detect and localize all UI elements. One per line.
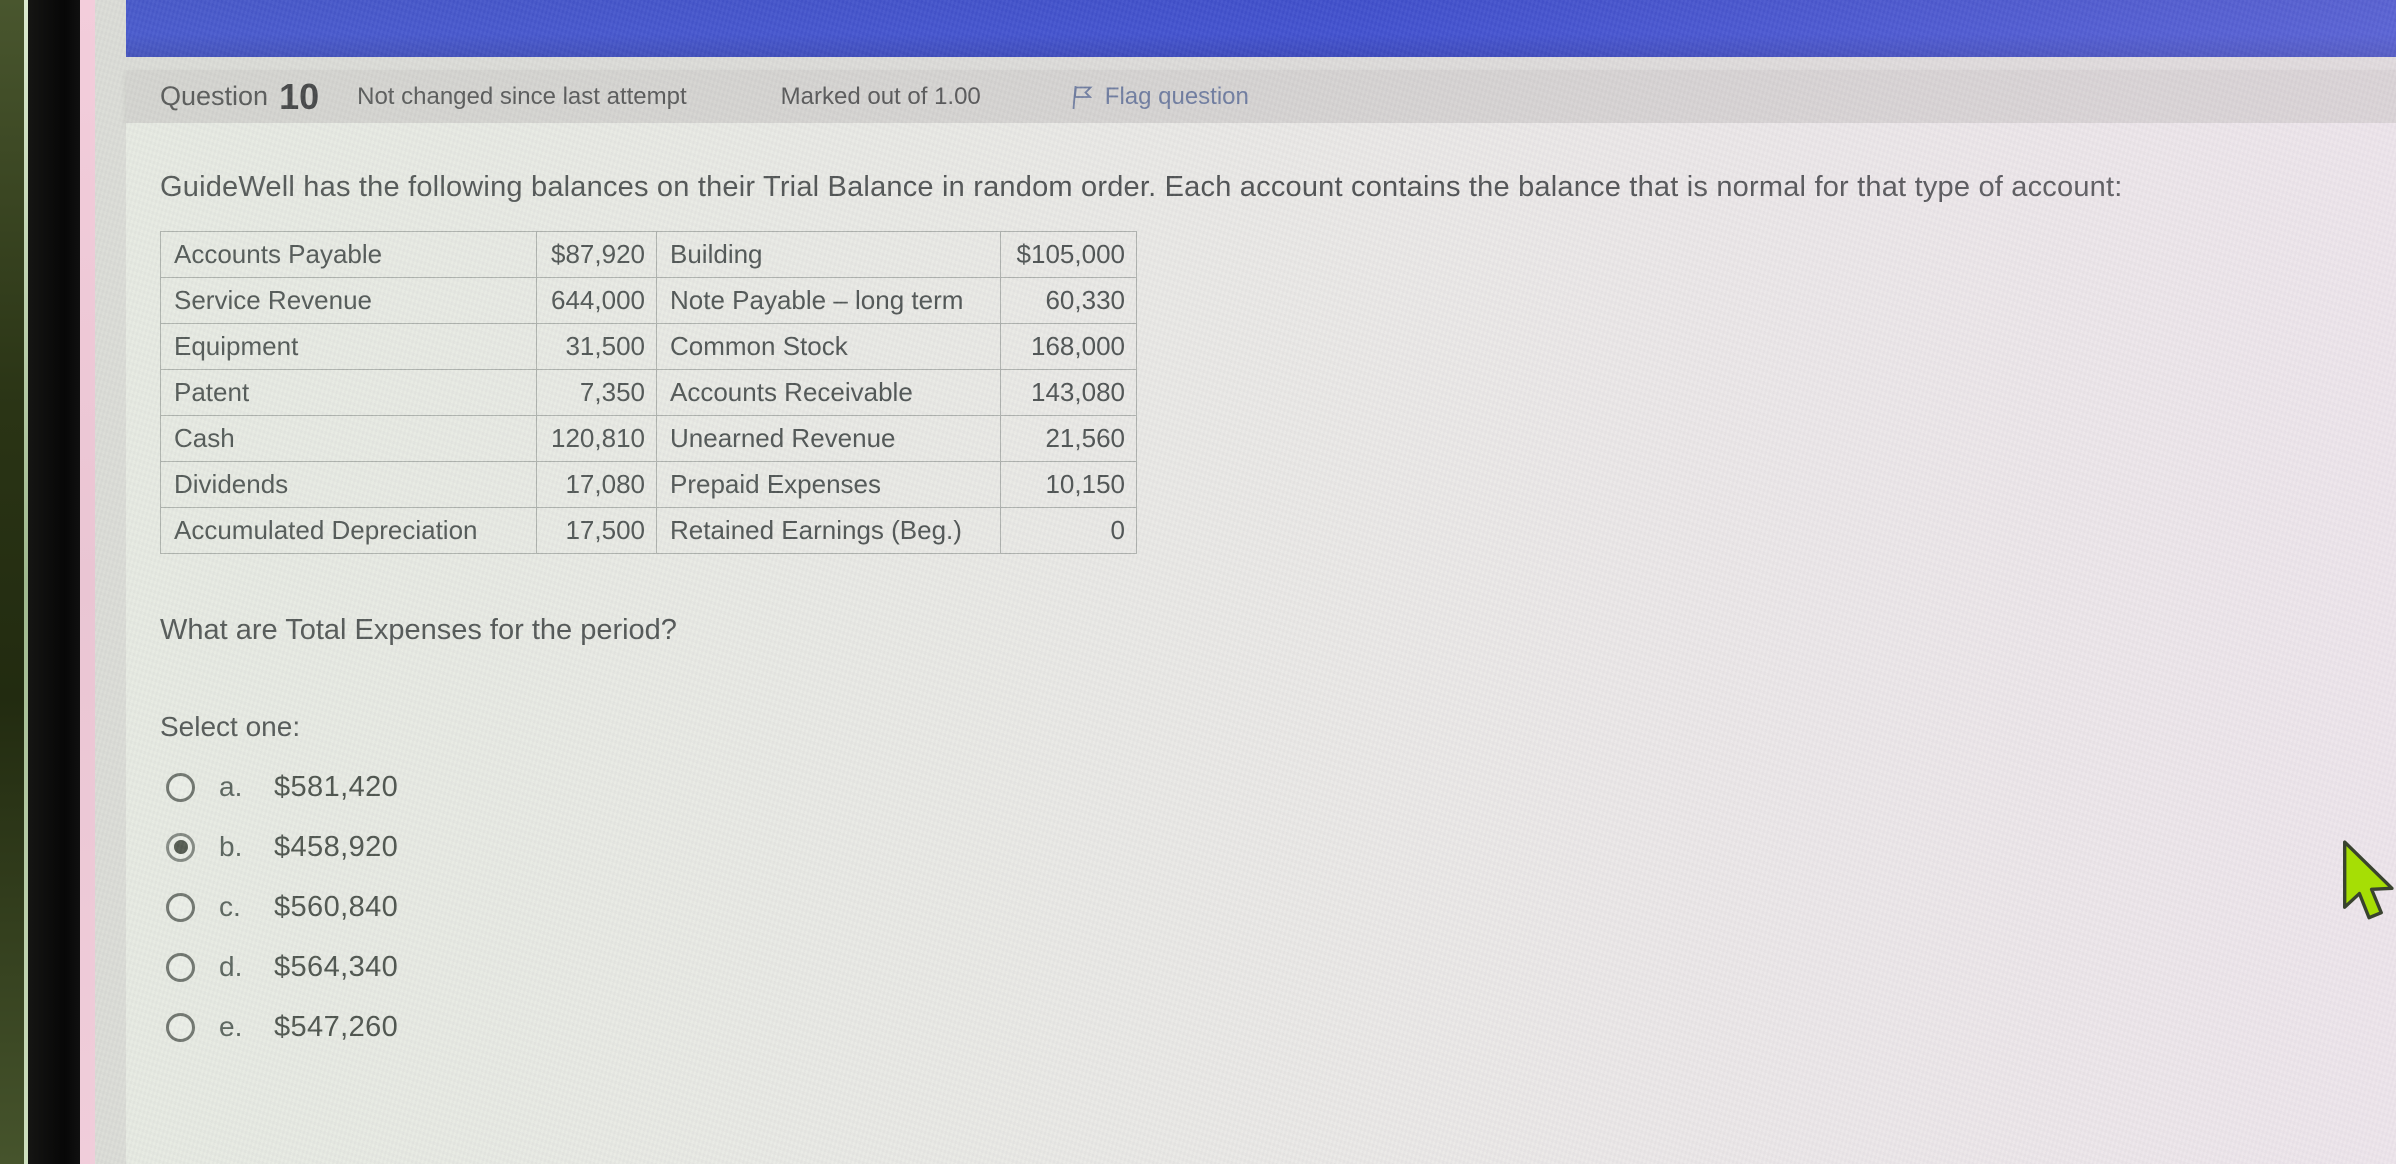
answer-option: c.$560,840 [166, 877, 2356, 937]
select-one-label: Select one: [160, 711, 2356, 743]
table-row: Cash120,810Unearned Revenue21,560 [161, 416, 1137, 462]
question-status: Not changed since last attempt [357, 83, 687, 111]
account-value-cell: 17,080 [537, 462, 657, 508]
account-value-cell: $105,000 [1001, 232, 1137, 278]
table-row: Equipment31,500Common Stock168,000 [161, 324, 1137, 370]
account-value-cell: 17,500 [537, 508, 657, 554]
answer-option: d.$564,340 [166, 937, 2356, 997]
option-letter: e. [219, 1011, 274, 1043]
question-header: Question 10 Not changed since last attem… [126, 70, 2396, 123]
account-name-cell: Common Stock [657, 324, 1001, 370]
account-name-cell: Cash [161, 416, 537, 462]
screen-photo: Question 10 Not changed since last attem… [0, 0, 2396, 1164]
monitor-bezel [28, 0, 80, 1164]
radio-button[interactable] [166, 893, 195, 922]
account-name-cell: Retained Earnings (Beg.) [657, 508, 1001, 554]
option-value: $547,260 [274, 1011, 398, 1044]
table-row: Patent7,350Accounts Receivable143,080 [161, 370, 1137, 416]
table-row: Accumulated Depreciation17,500Retained E… [161, 508, 1137, 554]
option-value: $458,920 [274, 831, 398, 864]
table-row: Dividends17,080Prepaid Expenses10,150 [161, 462, 1137, 508]
account-name-cell: Equipment [161, 324, 537, 370]
account-name-cell: Accounts Receivable [657, 370, 1001, 416]
account-value-cell: 21,560 [1001, 416, 1137, 462]
flag-icon [1069, 83, 1095, 111]
account-value-cell: 7,350 [537, 370, 657, 416]
option-letter: a. [219, 771, 274, 803]
screen-edge-glow [80, 0, 95, 1164]
flag-question-label: Flag question [1105, 83, 1249, 111]
question-number: 10 [279, 79, 319, 115]
mouse-cursor [2336, 840, 2396, 924]
question-label: Question [160, 81, 268, 112]
screen-content: Question 10 Not changed since last attem… [95, 0, 2396, 1164]
radio-button-selected[interactable] [166, 833, 195, 862]
answer-option: e.$547,260 [166, 997, 2356, 1057]
option-value: $560,840 [274, 891, 398, 924]
table-row: Service Revenue644,000Note Payable – lon… [161, 278, 1137, 324]
account-name-cell: Prepaid Expenses [657, 462, 1001, 508]
account-name-cell: Accumulated Depreciation [161, 508, 537, 554]
account-value-cell: 10,150 [1001, 462, 1137, 508]
account-name-cell: Unearned Revenue [657, 416, 1001, 462]
question-intro-text: GuideWell has the following balances on … [160, 171, 2356, 204]
answer-option: b.$458,920 [166, 817, 2356, 877]
option-value: $564,340 [274, 951, 398, 984]
account-name-cell: Note Payable – long term [657, 278, 1001, 324]
account-name-cell: Building [657, 232, 1001, 278]
account-value-cell: 31,500 [537, 324, 657, 370]
account-value-cell: 143,080 [1001, 370, 1137, 416]
option-value: $581,420 [274, 771, 398, 804]
flag-question-link[interactable]: Flag question [1069, 83, 1249, 111]
account-name-cell: Patent [161, 370, 537, 416]
table-row: Accounts Payable$87,920Building$105,000 [161, 232, 1137, 278]
account-name-cell: Accounts Payable [161, 232, 537, 278]
question-prompt: What are Total Expenses for the period? [160, 614, 2356, 647]
account-value-cell: 644,000 [537, 278, 657, 324]
account-value-cell: $87,920 [537, 232, 657, 278]
radio-button[interactable] [166, 773, 195, 802]
monitor-frame-edge [0, 0, 24, 1164]
account-value-cell: 120,810 [537, 416, 657, 462]
question-marks: Marked out of 1.00 [781, 83, 981, 111]
radio-button[interactable] [166, 1013, 195, 1042]
account-value-cell: 0 [1001, 508, 1137, 554]
radio-button[interactable] [166, 953, 195, 982]
account-name-cell: Service Revenue [161, 278, 537, 324]
option-letter: b. [219, 831, 274, 863]
option-letter: c. [219, 891, 274, 923]
trial-balance-table: Accounts Payable$87,920Building$105,000S… [160, 231, 1137, 554]
trial-balance-body: Accounts Payable$87,920Building$105,000S… [161, 232, 1137, 554]
page-top-bar [126, 0, 2396, 57]
account-name-cell: Dividends [161, 462, 537, 508]
account-value-cell: 168,000 [1001, 324, 1137, 370]
question-body: GuideWell has the following balances on … [126, 123, 2396, 1164]
account-value-cell: 60,330 [1001, 278, 1137, 324]
answer-option: a.$581,420 [166, 757, 2356, 817]
option-letter: d. [219, 951, 274, 983]
answer-options: a.$581,420b.$458,920c.$560,840d.$564,340… [160, 757, 2356, 1057]
